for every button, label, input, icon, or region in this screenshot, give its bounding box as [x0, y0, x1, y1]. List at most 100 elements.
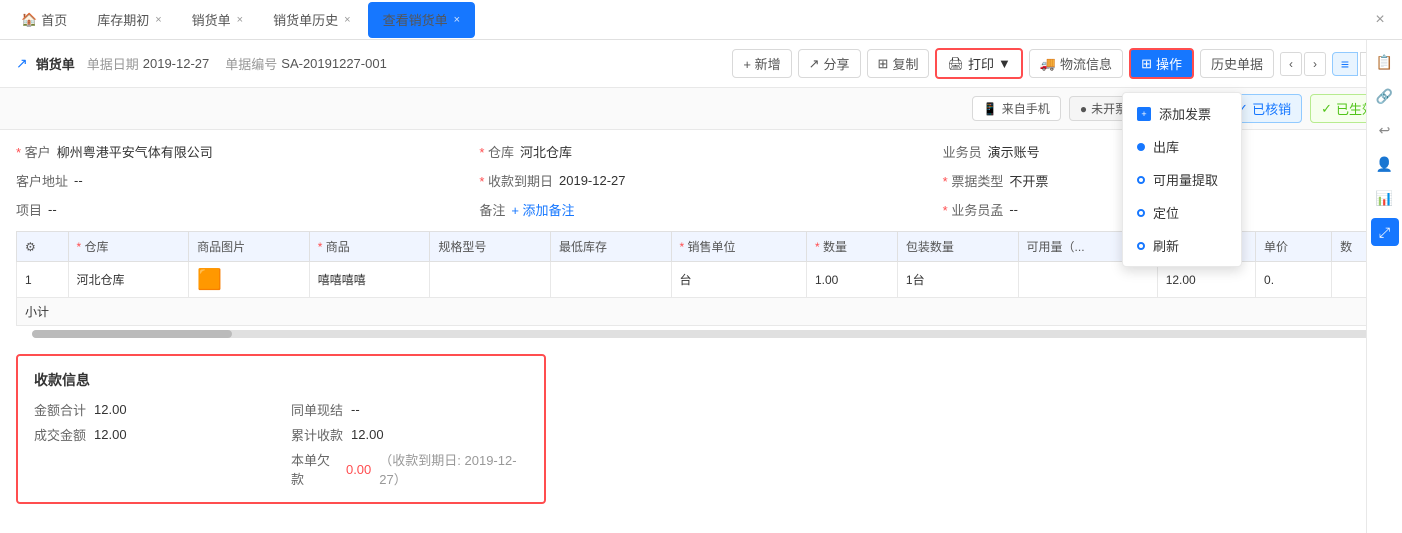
cell-product: 嘻嘻嘻嘻 [309, 262, 430, 298]
col-price: 单价 [1256, 232, 1332, 262]
doc-number-label: 单据编号 [225, 54, 277, 73]
same-order-label: 同单现结 [291, 400, 343, 419]
quantity-pick-icon [1137, 176, 1145, 184]
print-dropdown-arrow: ▼ [998, 56, 1011, 71]
doc-number-value: SA-20191227-001 [281, 56, 387, 71]
logistics-button[interactable]: 🚚 物流信息 [1029, 49, 1123, 78]
cell-no: 1 [17, 262, 69, 298]
locate-label: 定位 [1153, 203, 1179, 222]
cell-package: 1台 [897, 262, 1018, 298]
share-icon: ↗ [809, 56, 820, 72]
tab-bar: 🏠 首页 库存期初 × 销货单 × 销货单历史 × 查看销货单 × × [0, 0, 1402, 40]
add-invoice-icon: + [1137, 107, 1151, 121]
tab-sales-history-close[interactable]: × [344, 14, 350, 26]
right-icon-user[interactable]: 👤 [1371, 150, 1399, 178]
window-close-button[interactable]: × [1366, 6, 1394, 34]
dropdown-locate[interactable]: 定位 [1123, 196, 1241, 229]
right-icon-link[interactable]: 🔗 [1371, 82, 1399, 110]
debt-value: 0.00 [346, 462, 371, 477]
summary-section: 收款信息 金额合计 12.00 同单现结 -- 成交金额 12.00 累计收款 … [16, 354, 546, 504]
debt-row: 本单欠款 0.00 （收款到期日: 2019-12-27） [291, 450, 528, 488]
doc-date-value: 2019-12-27 [143, 56, 210, 71]
subtotal-row: 小计 [17, 298, 1386, 326]
debt-label: 本单欠款 [291, 450, 338, 488]
col-unit: * 销售单位 [671, 232, 806, 262]
table-scrollbar[interactable] [32, 330, 1370, 338]
tab-view-sales[interactable]: 查看销货单 × [368, 2, 475, 38]
from-phone-button[interactable]: 📱 来自手机 [972, 96, 1061, 121]
right-icon-chart[interactable]: 📊 [1371, 184, 1399, 212]
cell-warehouse: 河北仓库 [68, 262, 189, 298]
tab-home[interactable]: 🏠 首页 [8, 2, 80, 38]
dropdown-refresh[interactable]: 刷新 [1123, 229, 1241, 262]
copy-icon: ⊞ [878, 56, 889, 72]
tab-sales-order-close[interactable]: × [237, 14, 243, 26]
cell-price: 0. [1256, 262, 1332, 298]
tab-inventory-init-close[interactable]: × [155, 14, 161, 26]
copy-button[interactable]: ⊞ 复制 [867, 49, 930, 78]
share-button[interactable]: ↗ 分享 [798, 49, 861, 78]
cumulative-label: 累计收款 [291, 425, 343, 444]
customer-label: 客户 [16, 142, 51, 161]
col-product: * 商品 [309, 232, 430, 262]
doc-number-field: 单据编号 SA-20191227-001 [225, 54, 387, 73]
employee-label: 业务员 [943, 142, 982, 161]
address-value: -- [74, 173, 83, 188]
doc-icon: ↗ [16, 55, 28, 72]
phone-icon: 📱 [983, 102, 998, 116]
right-icon-undo[interactable]: ↩ [1371, 116, 1399, 144]
payment-hint: （收款到期日: 2019-12-27） [379, 450, 528, 488]
locate-icon [1137, 209, 1145, 217]
tab-inventory-init[interactable]: 库存期初 × [84, 2, 174, 38]
doc-date-field: 单据日期 2019-12-27 [87, 54, 210, 73]
history-button[interactable]: 历史单据 [1200, 49, 1274, 78]
customer-field: 客户 柳州粤港平安气体有限公司 [16, 142, 459, 161]
add-note-button[interactable]: + 添加备注 [511, 200, 574, 219]
same-order-value: -- [351, 402, 360, 417]
new-button[interactable]: + 新增 [732, 49, 791, 78]
list-view-button[interactable]: ≡ [1332, 52, 1358, 76]
col-settings[interactable]: ⚙ [17, 232, 69, 262]
project-label: 项目 [16, 200, 42, 219]
tab-sales-history[interactable]: 销货单历史 × [260, 2, 363, 38]
add-invoice-label: 添加发票 [1159, 104, 1211, 123]
print-button[interactable]: 🖨 打印 ▼ [935, 48, 1022, 79]
project-field: 项目 -- [16, 200, 459, 219]
address-field: 客户地址 -- [16, 171, 459, 190]
next-arrow[interactable]: › [1304, 52, 1326, 76]
total-value: 12.00 [94, 402, 127, 417]
prev-arrow[interactable]: ‹ [1280, 52, 1302, 76]
table-scrollbar-thumb[interactable] [32, 330, 232, 338]
tab-view-sales-close[interactable]: × [454, 14, 460, 26]
tab-sales-order-label: 销货单 [192, 10, 231, 29]
transaction-row: 成交金额 12.00 [34, 425, 271, 444]
grid-icon: ⊞ [1141, 56, 1152, 72]
total-row: 金额合计 12.00 [34, 400, 271, 419]
note-field: 备注 + 添加备注 [479, 200, 922, 219]
tab-sales-order[interactable]: 销货单 × [179, 2, 256, 38]
dropdown-quantity-pick[interactable]: 可用量提取 [1123, 163, 1241, 196]
cell-quantity: 1.00 [807, 262, 898, 298]
dropdown-add-invoice[interactable]: + 添加发票 [1123, 97, 1241, 130]
warehouse-field: 仓库 河北仓库 [479, 142, 922, 161]
toolbar-right: + 新增 ↗ 分享 ⊞ 复制 🖨 打印 ▼ 🚚 物流信息 ⊞ 操作 [732, 48, 1386, 79]
operations-dropdown: + 添加发票 出库 可用量提取 定位 刷新 [1122, 92, 1242, 267]
outbound-icon [1137, 143, 1145, 151]
sales-employee-value: -- [1009, 202, 1018, 217]
total-label: 金额合计 [34, 400, 86, 419]
cumulative-value: 12.00 [351, 427, 384, 442]
payment-date-label: 收款到期日 [479, 171, 553, 190]
summary-title: 收款信息 [34, 370, 528, 390]
summary-grid: 金额合计 12.00 同单现结 -- 成交金额 12.00 累计收款 12.00… [34, 400, 528, 488]
col-image: 商品图片 [189, 232, 310, 262]
payment-date-field: 收款到期日 2019-12-27 [479, 171, 922, 190]
truck-icon: 🚚 [1040, 56, 1056, 72]
right-icon-clipboard[interactable]: 📋 [1371, 48, 1399, 76]
doc-type: 销货单 [36, 54, 75, 73]
dropdown-outbound[interactable]: 出库 [1123, 130, 1241, 163]
col-quantity: * 数量 [807, 232, 898, 262]
note-label: 备注 [479, 200, 505, 219]
operations-button[interactable]: ⊞ 操作 [1129, 48, 1194, 79]
right-icon-expand[interactable]: ⤢ [1371, 218, 1399, 246]
invoice-type-value: 不开票 [1009, 171, 1048, 190]
